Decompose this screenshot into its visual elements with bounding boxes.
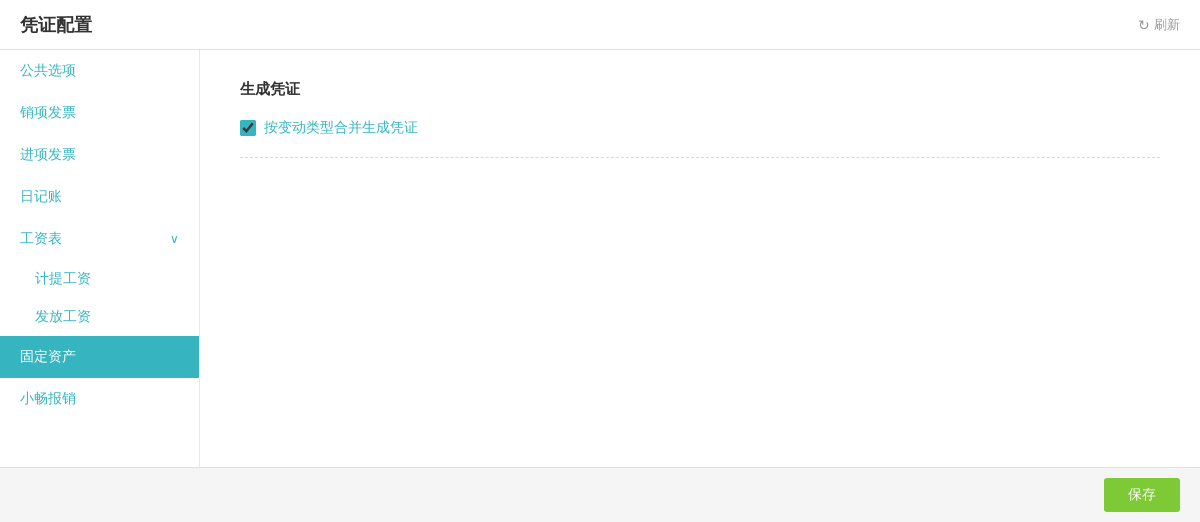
- sidebar-label-purchase-invoice: 进项发票: [20, 146, 76, 164]
- sidebar-label-pay-payroll: 发放工资: [35, 308, 91, 324]
- refresh-button[interactable]: ↻ 刷新: [1138, 16, 1180, 34]
- refresh-icon: ↻: [1138, 17, 1150, 33]
- sidebar-label-public-options: 公共选项: [20, 62, 76, 80]
- save-button[interactable]: 保存: [1104, 478, 1180, 512]
- section-title: 生成凭证: [240, 80, 1160, 99]
- sidebar-item-payroll[interactable]: 工资表 ∨: [0, 218, 199, 260]
- checkbox-row: 按变动类型合并生成凭证: [240, 119, 1160, 137]
- sidebar-item-purchase-invoice[interactable]: 进项发票: [0, 134, 199, 176]
- sidebar: 公共选项 销项发票 进项发票 日记账 工资表 ∨ 计提工资 发放工资 固定资产 …: [0, 50, 200, 467]
- sidebar-item-fixed-assets[interactable]: 固定资产: [0, 336, 199, 378]
- header: 凭证配置 ↻ 刷新: [0, 0, 1200, 50]
- sidebar-label-calc-payroll: 计提工资: [35, 270, 91, 286]
- footer: 保存: [0, 467, 1200, 522]
- merge-by-type-label[interactable]: 按变动类型合并生成凭证: [264, 119, 418, 137]
- refresh-label: 刷新: [1154, 16, 1180, 34]
- sidebar-item-calc-payroll[interactable]: 计提工资: [0, 260, 199, 298]
- sidebar-label-expense: 小畅报销: [20, 390, 76, 408]
- sidebar-item-pay-payroll[interactable]: 发放工资: [0, 298, 199, 336]
- sidebar-item-sales-invoice[interactable]: 销项发票: [0, 92, 199, 134]
- sidebar-item-public-options[interactable]: 公共选项: [0, 50, 199, 92]
- section-divider: [240, 157, 1160, 158]
- chevron-down-icon: ∨: [170, 232, 179, 246]
- sidebar-item-journal[interactable]: 日记账: [0, 176, 199, 218]
- page-title: 凭证配置: [20, 13, 92, 37]
- sidebar-item-expense[interactable]: 小畅报销: [0, 378, 199, 420]
- content-area: 生成凭证 按变动类型合并生成凭证: [200, 50, 1200, 467]
- sidebar-label-fixed-assets: 固定资产: [20, 348, 76, 366]
- main-layout: 公共选项 销项发票 进项发票 日记账 工资表 ∨ 计提工资 发放工资 固定资产 …: [0, 50, 1200, 467]
- sidebar-label-journal: 日记账: [20, 188, 62, 206]
- merge-by-type-checkbox[interactable]: [240, 120, 256, 136]
- sidebar-label-payroll: 工资表: [20, 230, 62, 248]
- sidebar-label-sales-invoice: 销项发票: [20, 104, 76, 122]
